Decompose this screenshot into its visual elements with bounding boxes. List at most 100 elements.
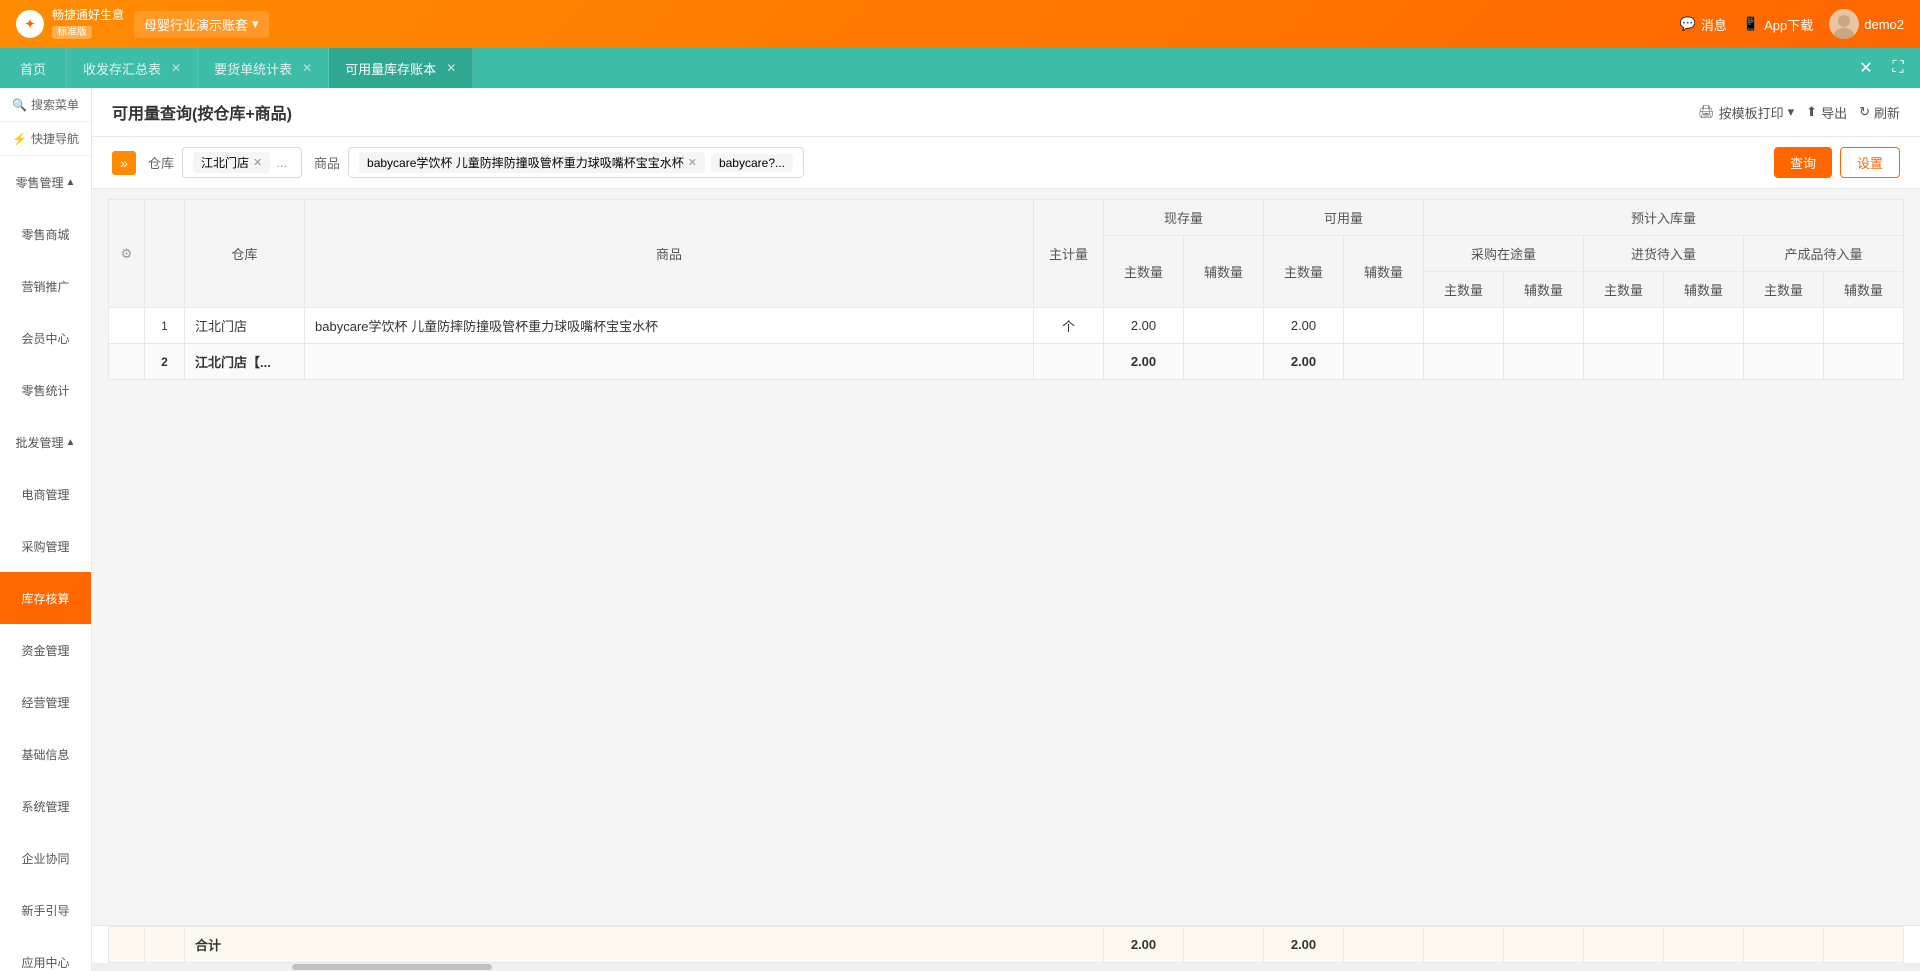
row-unit-cell [1034, 344, 1104, 380]
sidebar-item-retail-mgmt[interactable]: 零售管理 ▲ [0, 156, 91, 208]
col-prod-main-header: 主数量 [1744, 272, 1824, 308]
footer-row: 合计 2.00 2.00 [109, 927, 1904, 963]
sidebar-item-retail-mall[interactable]: 零售商城 [0, 208, 91, 260]
sidebar-item-collaboration[interactable]: 企业协同 [0, 832, 91, 884]
row-prod-main-cell [1744, 344, 1824, 380]
tab-shoufa[interactable]: 收发存汇总表 ✕ [67, 48, 198, 88]
refresh-button[interactable]: ↻ 刷新 [1859, 103, 1900, 122]
fullscreen-button[interactable]: ⛶ [1886, 56, 1910, 80]
row-settings-cell [109, 308, 145, 344]
tab-yaohuo[interactable]: 要货单统计表 ✕ [198, 48, 329, 88]
app-download-button[interactable]: 📱 App下载 [1743, 15, 1813, 34]
chevron-icon: ▲ [66, 177, 76, 188]
warehouse-tag-close[interactable]: ✕ [253, 156, 262, 169]
settings-button[interactable]: 设置 [1840, 147, 1900, 178]
sidebar-item-purchase[interactable]: 采购管理 [0, 520, 91, 572]
row-warehouse-cell: 江北门店【... [185, 344, 305, 380]
table-wrapper: ⚙ 仓库 商品 主计量 现存量 可用量 预计入库量 主数量 辅数量 主数量 [92, 189, 1920, 925]
sidebar-item-ecommerce[interactable]: 电商管理 [0, 468, 91, 520]
scroll-thumb[interactable] [292, 964, 492, 970]
row-settings-cell [109, 344, 145, 380]
tab-close-icon[interactable]: ✕ [302, 61, 312, 75]
row-avail-main-cell: 2.00 [1264, 344, 1344, 380]
filter-expand-button[interactable]: » [112, 151, 136, 175]
chevron-icon: ▲ [66, 437, 76, 448]
col-settings-header: ⚙ [109, 200, 145, 308]
page-header: 可用量查询(按仓库+商品) 🖨 按模板打印 ▾ ⬆ 导出 ↻ 刷新 [92, 88, 1920, 137]
message-button[interactable]: 💬 消息 [1680, 15, 1727, 34]
col-purchase-onway-header: 采购在途量 [1424, 236, 1584, 272]
sidebar: 🔍 搜索菜单 ⚡ 快捷导航 零售管理 ▲ 零售商城 营销推广 会员中心 零售统计… [0, 88, 92, 971]
page-actions: 🖨 按模板打印 ▾ ⬆ 导出 ↻ 刷新 [1698, 103, 1900, 122]
close-tab-button[interactable]: ✕ [1854, 56, 1878, 80]
product-tag2: babycare?... [711, 154, 793, 172]
column-settings-icon[interactable]: ⚙ [121, 246, 133, 261]
version-badge: 标准版 [52, 26, 92, 39]
export-button[interactable]: ⬆ 导出 [1806, 103, 1847, 122]
row-product-cell [305, 344, 1034, 380]
industry-selector[interactable]: 母婴行业演示账套 ▾ [134, 11, 269, 38]
row-unit-cell: 个 [1034, 308, 1104, 344]
user-profile[interactable]: demo2 [1829, 9, 1904, 39]
row-inb-main-cell [1584, 344, 1664, 380]
sidebar-item-retail-stats[interactable]: 零售统计 [0, 364, 91, 416]
print-button[interactable]: 🖨 按模板打印 ▾ [1698, 103, 1794, 122]
sidebar-item-system[interactable]: 系统管理 [0, 780, 91, 832]
row-inb-sub-cell [1664, 308, 1744, 344]
col-rownum-header [145, 200, 185, 308]
query-button[interactable]: 查询 [1774, 147, 1832, 178]
col-production-pending-header: 产成品待入量 [1744, 236, 1904, 272]
col-pur-main-header: 主数量 [1424, 272, 1504, 308]
row-stock-sub-cell [1184, 344, 1264, 380]
sidebar-item-inventory[interactable]: 库存核算 [0, 572, 91, 624]
col-inb-main-header: 主数量 [1584, 272, 1664, 308]
tab-close-icon[interactable]: ✕ [171, 61, 181, 75]
sidebar-item-app-center[interactable]: 应用中心 [0, 936, 91, 971]
refresh-icon: ↻ [1859, 104, 1870, 120]
row-prod-main-cell [1744, 308, 1824, 344]
sidebar-nav[interactable]: ⚡ 快捷导航 [0, 122, 91, 156]
warehouse-input[interactable]: 江北门店 ✕ ... [182, 147, 302, 178]
data-table: ⚙ 仓库 商品 主计量 现存量 可用量 预计入库量 主数量 辅数量 主数量 [108, 199, 1904, 380]
row-stock-main-cell: 2.00 [1104, 308, 1184, 344]
row-pur-sub-cell [1504, 308, 1584, 344]
tab-home[interactable]: 首页 [0, 48, 67, 88]
tab-close-icon[interactable]: ✕ [446, 61, 456, 75]
tab-keyongliang[interactable]: 可用量库存账本 ✕ [329, 48, 473, 88]
main-layout: 🔍 搜索菜单 ⚡ 快捷导航 零售管理 ▲ 零售商城 营销推广 会员中心 零售统计… [0, 88, 1920, 971]
page-title: 可用量查询(按仓库+商品) [112, 100, 292, 124]
horizontal-scrollbar[interactable] [92, 963, 1920, 971]
product-tag: babycare学饮杯 儿童防摔防撞吸管杯重力球吸嘴杯宝宝水杯 ✕ [359, 152, 705, 173]
product-tag-close[interactable]: ✕ [688, 156, 697, 169]
sidebar-item-operations[interactable]: 经营管理 [0, 676, 91, 728]
row-product-cell: babycare学饮杯 儿童防摔防撞吸管杯重力球吸嘴杯宝宝水杯 [305, 308, 1034, 344]
row-avail-sub-cell [1344, 308, 1424, 344]
row-stock-main-cell: 2.00 [1104, 344, 1184, 380]
sidebar-item-marketing[interactable]: 营销推广 [0, 260, 91, 312]
table-row: 2 江北门店【... 2.00 2.00 [109, 344, 1904, 380]
search-icon: 🔍 [12, 98, 27, 112]
row-num-cell: 1 [145, 308, 185, 344]
col-prod-sub-header: 辅数量 [1824, 272, 1904, 308]
product-label: 商品 [314, 153, 340, 172]
col-inbound-pending-header: 进货待入量 [1584, 236, 1744, 272]
logo-text: 畅捷通好生意 标准版 [52, 8, 124, 39]
warehouse-tag: 江北门店 ✕ [193, 152, 270, 173]
sidebar-item-wholesale-mgmt[interactable]: 批发管理 ▲ [0, 416, 91, 468]
avatar [1829, 9, 1859, 39]
sidebar-item-finance[interactable]: 资金管理 [0, 624, 91, 676]
col-warehouse-header: 仓库 [185, 200, 305, 308]
table-footer-wrapper: 合计 2.00 2.00 [92, 925, 1920, 963]
sidebar-item-basic-info[interactable]: 基础信息 [0, 728, 91, 780]
footer-stock-main: 2.00 [1104, 927, 1184, 963]
row-inb-main-cell [1584, 308, 1664, 344]
sidebar-item-member[interactable]: 会员中心 [0, 312, 91, 364]
row-stock-sub-cell [1184, 308, 1264, 344]
sidebar-search[interactable]: 🔍 搜索菜单 [0, 88, 91, 122]
warehouse-filter-group: 仓库 江北门店 ✕ ... [148, 147, 302, 178]
sidebar-item-newbie[interactable]: 新手引导 [0, 884, 91, 936]
print-icon: 🖨 [1698, 104, 1715, 120]
row-warehouse-cell: 江北门店 [185, 308, 305, 344]
col-available-header: 可用量 [1264, 200, 1424, 236]
product-input[interactable]: babycare学饮杯 儿童防摔防撞吸管杯重力球吸嘴杯宝宝水杯 ✕ babyca… [348, 147, 804, 178]
